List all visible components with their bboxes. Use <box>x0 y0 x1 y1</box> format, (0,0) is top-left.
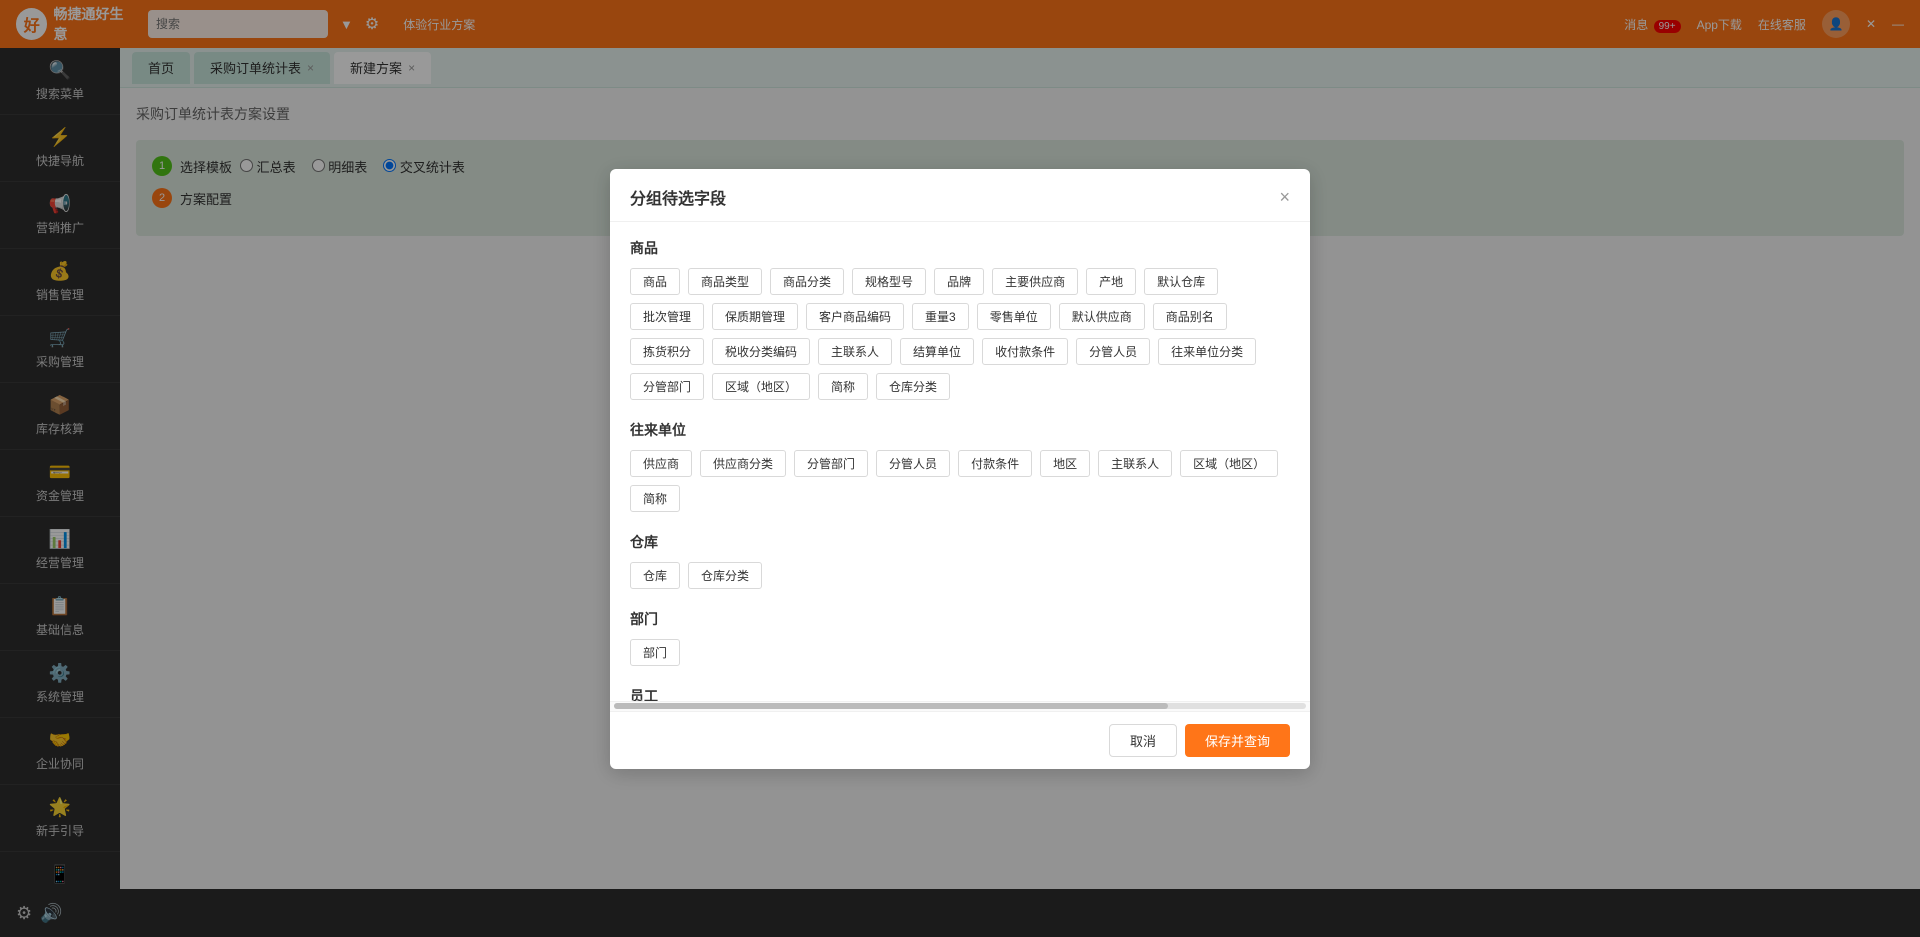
field-tag[interactable]: 简称 <box>818 373 868 400</box>
modal: 分组待选字段 × 商品 商品 商品类型 商品分类 规格型号 品牌 主要供应商 产… <box>610 169 1310 769</box>
section-partner: 往来单位 供应商 供应商分类 分管部门 分管人员 付款条件 地区 主联系人 区域… <box>630 420 1290 512</box>
field-tag[interactable]: 仓库分类 <box>876 373 950 400</box>
field-tag[interactable]: 商品 <box>630 268 680 295</box>
section-warehouse: 仓库 仓库 仓库分类 <box>630 532 1290 589</box>
field-tag[interactable]: 零售单位 <box>977 303 1051 330</box>
field-tag[interactable]: 分管人员 <box>1076 338 1150 365</box>
field-tag[interactable]: 分管部门 <box>794 450 868 477</box>
field-tag[interactable]: 产地 <box>1086 268 1136 295</box>
field-tag[interactable]: 地区 <box>1040 450 1090 477</box>
modal-body: 商品 商品 商品类型 商品分类 规格型号 品牌 主要供应商 产地 默认仓库 批次… <box>610 222 1310 702</box>
modal-close-btn[interactable]: × <box>1279 188 1290 206</box>
save-button[interactable]: 保存并查询 <box>1185 724 1290 757</box>
section-warehouse-title: 仓库 <box>630 532 1290 552</box>
field-tag[interactable]: 商品分类 <box>770 268 844 295</box>
hscroll-thumb <box>614 703 1168 709</box>
field-tag[interactable]: 供应商分类 <box>700 450 786 477</box>
cancel-button[interactable]: 取消 <box>1109 724 1177 757</box>
field-tag[interactable]: 往来单位分类 <box>1158 338 1256 365</box>
field-tag[interactable]: 收付款条件 <box>982 338 1068 365</box>
modal-overlay: 分组待选字段 × 商品 商品 商品类型 商品分类 规格型号 品牌 主要供应商 产… <box>0 0 1920 937</box>
field-tag[interactable]: 客户商品编码 <box>806 303 904 330</box>
field-tag[interactable]: 默认仓库 <box>1144 268 1218 295</box>
modal-title: 分组待选字段 <box>630 185 726 209</box>
field-tag[interactable]: 分管人员 <box>876 450 950 477</box>
field-tag[interactable]: 主要供应商 <box>992 268 1078 295</box>
product-fields: 商品 商品类型 商品分类 规格型号 品牌 主要供应商 产地 默认仓库 批次管理 … <box>630 268 1290 400</box>
modal-footer: 取消 保存并查询 <box>610 711 1310 769</box>
section-product: 商品 商品 商品类型 商品分类 规格型号 品牌 主要供应商 产地 默认仓库 批次… <box>630 238 1290 400</box>
field-tag[interactable]: 税收分类编码 <box>712 338 810 365</box>
field-tag[interactable]: 保质期管理 <box>712 303 798 330</box>
field-tag[interactable]: 付款条件 <box>958 450 1032 477</box>
field-tag[interactable]: 仓库 <box>630 562 680 589</box>
section-employee-title: 员工 <box>630 686 1290 702</box>
section-partner-title: 往来单位 <box>630 420 1290 440</box>
field-tag[interactable]: 重量3 <box>912 303 969 330</box>
field-tag[interactable]: 区域（地区） <box>712 373 810 400</box>
field-tag[interactable]: 简称 <box>630 485 680 512</box>
field-tag[interactable]: 批次管理 <box>630 303 704 330</box>
field-tag[interactable]: 拣货积分 <box>630 338 704 365</box>
department-fields: 部门 <box>630 639 1290 666</box>
section-department-title: 部门 <box>630 609 1290 629</box>
field-tag[interactable]: 品牌 <box>934 268 984 295</box>
field-tag[interactable]: 结算单位 <box>900 338 974 365</box>
field-tag[interactable]: 商品类型 <box>688 268 762 295</box>
field-tag[interactable]: 主联系人 <box>818 338 892 365</box>
hscroll-track <box>614 703 1306 709</box>
modal-header: 分组待选字段 × <box>610 169 1310 222</box>
modal-hscroll[interactable] <box>610 701 1310 710</box>
section-product-title: 商品 <box>630 238 1290 258</box>
field-tag[interactable]: 仓库分类 <box>688 562 762 589</box>
field-tag[interactable]: 分管部门 <box>630 373 704 400</box>
field-tag[interactable]: 默认供应商 <box>1059 303 1145 330</box>
partner-fields: 供应商 供应商分类 分管部门 分管人员 付款条件 地区 主联系人 区域（地区） … <box>630 450 1290 512</box>
section-department: 部门 部门 <box>630 609 1290 666</box>
warehouse-fields: 仓库 仓库分类 <box>630 562 1290 589</box>
field-tag[interactable]: 区域（地区） <box>1180 450 1278 477</box>
section-employee: 员工 业务员 <box>630 686 1290 702</box>
field-tag[interactable]: 规格型号 <box>852 268 926 295</box>
field-tag[interactable]: 部门 <box>630 639 680 666</box>
field-tag[interactable]: 商品别名 <box>1153 303 1227 330</box>
field-tag[interactable]: 主联系人 <box>1098 450 1172 477</box>
field-tag[interactable]: 供应商 <box>630 450 692 477</box>
